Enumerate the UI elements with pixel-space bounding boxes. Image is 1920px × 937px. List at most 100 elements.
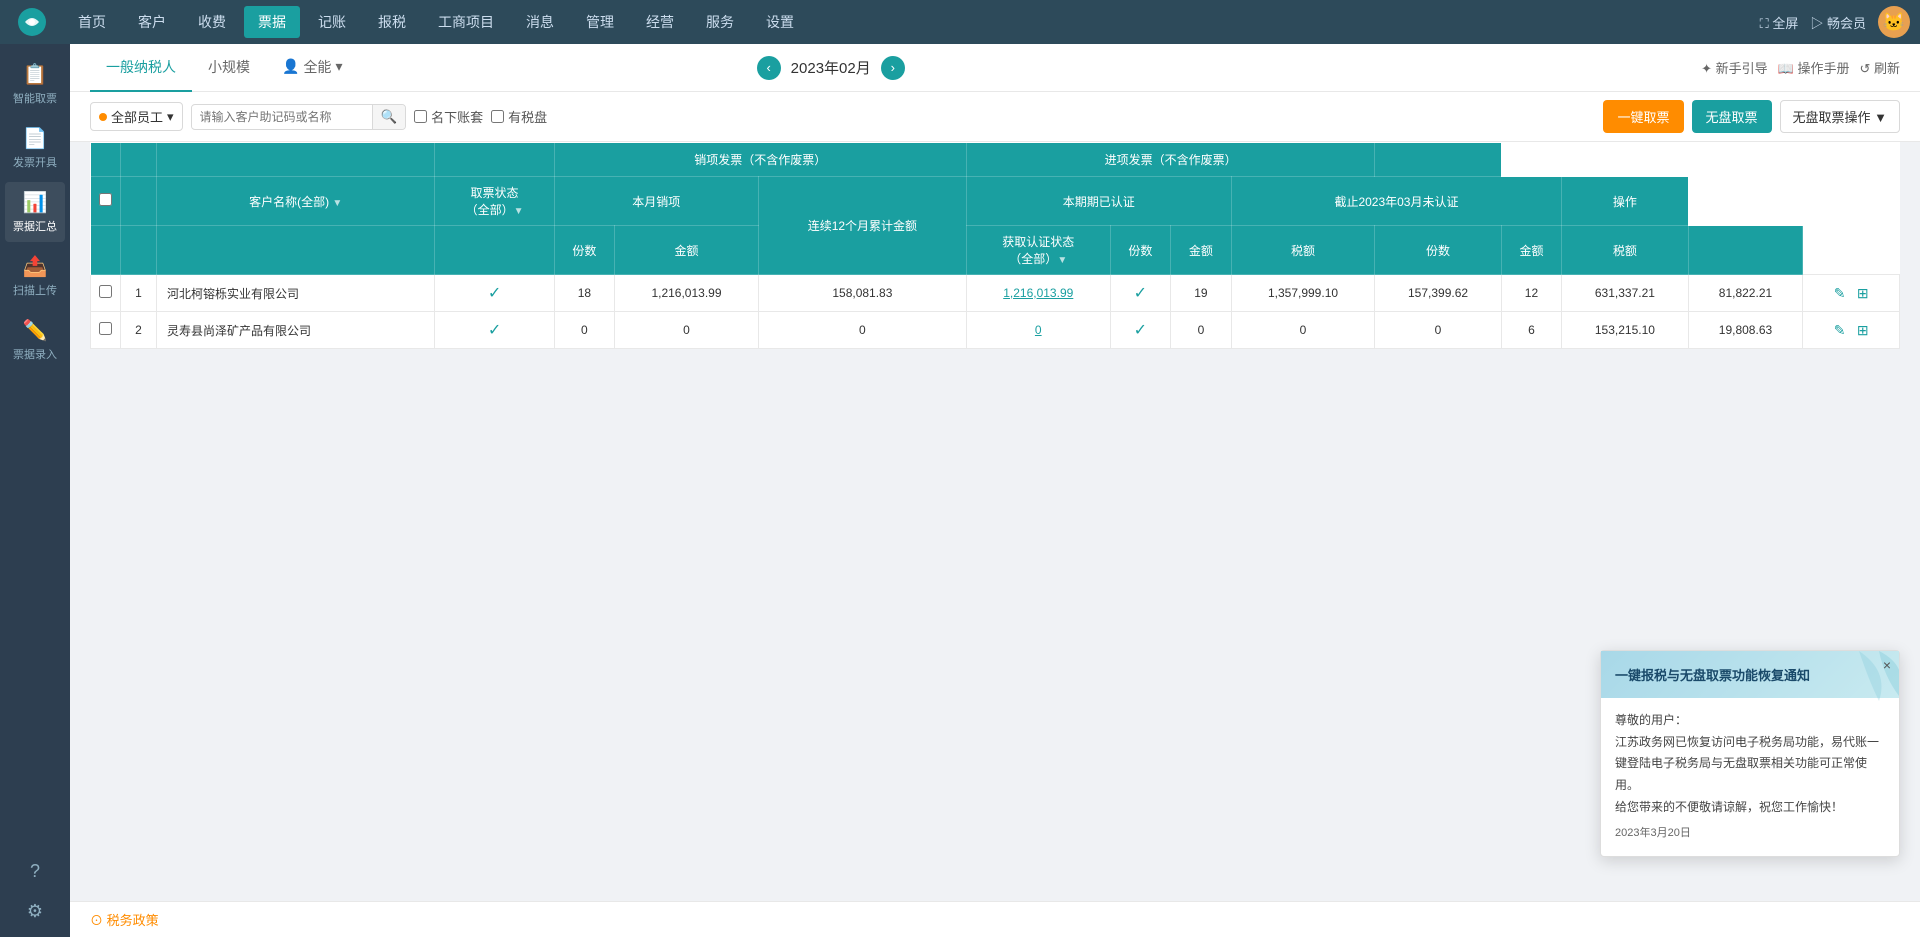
user-avatar[interactable]: 🐱 [1878, 6, 1910, 38]
row1-cert-qty: 19 [1171, 275, 1232, 312]
nav-billing[interactable]: 收费 [184, 6, 240, 38]
nav-accounting[interactable]: 记账 [304, 6, 360, 38]
th-ticket-status[interactable]: 取票状态（全部）▼ [435, 177, 554, 226]
employee-select[interactable]: 全部员工 ▾ [90, 102, 183, 131]
row1-check[interactable] [91, 275, 121, 312]
toolbar-right: 一键取票 无盘取票 无盘取票操作 ▼ [1603, 100, 1900, 133]
row1-cumulative: 1,216,013.99 [966, 275, 1110, 312]
nav-customer[interactable]: 客户 [124, 6, 180, 38]
next-month-btn[interactable]: › [881, 56, 905, 80]
date-navigation: ‹ 2023年02月 › [757, 56, 905, 80]
th-company-group [157, 143, 435, 177]
invoice-table: 销项发票（不含作废票） 进项发票（不含作废票） 客户名称(全部) ▼ 取票状态（… [90, 142, 1900, 349]
row2-cert-status: ✓ [1110, 312, 1171, 349]
tab-omnipotent[interactable]: 👤 全能 ▾ [266, 44, 358, 92]
refresh-btn[interactable]: ↺ 刷新 [1859, 58, 1900, 77]
th-ops2 [1688, 226, 1803, 275]
top-nav: 首页 客户 收费 票据 记账 报税 工商项目 消息 管理 经营 服务 设置 ⛶ … [0, 0, 1920, 44]
row2-company: 灵寿县尚泽矿产品有限公司 [157, 312, 435, 349]
row1-uncert-qty: 12 [1501, 275, 1562, 312]
row1-company: 河北柯镕栎实业有限公司 [157, 275, 435, 312]
th-this-period-certified: 本期期已认证 [966, 177, 1231, 226]
th-check2 [91, 226, 121, 275]
sidebar-help-btn[interactable]: ? [19, 855, 51, 887]
subledger-checkbox[interactable] [414, 110, 427, 123]
row2-uncert-qty: 6 [1501, 312, 1562, 349]
th-ops-group [1375, 143, 1501, 177]
smart-ticket-icon: 📋 [23, 62, 48, 87]
sidebar-item-scan-upload[interactable]: 📤 扫描上传 [5, 246, 65, 306]
row1-uncert-tax: 81,822.21 [1688, 275, 1803, 312]
tax-disk-checkbox[interactable] [491, 110, 504, 123]
row2-sales-tax: 0 [758, 312, 966, 349]
status-check-icon: ✓ [488, 322, 501, 339]
row1-sales-amount: 1,216,013.99 [615, 275, 759, 312]
tab-general-taxpayer[interactable]: 一般纳税人 [90, 44, 192, 92]
th-seq2 [121, 226, 157, 275]
sidebar-item-invoice-entry[interactable]: ✏️ 票据录入 [5, 310, 65, 370]
manual-btn[interactable]: 📖 操作手册 [1778, 58, 1850, 77]
sidebar-item-open-invoice[interactable]: 📄 发票开具 [5, 118, 65, 178]
cumulative-link[interactable]: 1,216,013.99 [1003, 286, 1073, 300]
notif-date: 2023年3月20日 [1615, 824, 1885, 844]
th-purchase-invoice-group: 进项发票（不含作废票） [966, 143, 1374, 177]
th-cumulative: 连续12个月累计金额 [758, 177, 966, 275]
nav-message[interactable]: 消息 [512, 6, 568, 38]
th-cert-amount: 金额 [1171, 226, 1232, 275]
notification-popup: × 一键报税与无盘取票功能恢复通知 尊敬的用户： 江苏政务网已恢复访问电子税务局… [1600, 650, 1900, 857]
select-all-checkbox[interactable] [99, 193, 112, 206]
row2-status: ✓ [435, 312, 554, 349]
logo [10, 0, 54, 44]
view-icon2[interactable]: ⊞ [1857, 322, 1869, 338]
th-company2 [157, 226, 435, 275]
search-button[interactable]: 🔍 [372, 105, 406, 129]
th-company-name[interactable]: 客户名称(全部) ▼ [157, 177, 435, 226]
no-disk-ticket-btn[interactable]: 无盘取票 [1692, 100, 1772, 133]
dot-icon [99, 113, 107, 121]
tab-small-scale[interactable]: 小规模 [192, 44, 266, 92]
fullscreen-btn[interactable]: ⛶ 全屏 [1760, 13, 1799, 32]
th-check [91, 177, 121, 226]
prev-month-btn[interactable]: ‹ [757, 56, 781, 80]
sidebar-item-smart-ticket[interactable]: 📋 智能取票 [5, 54, 65, 114]
edit-icon2[interactable]: ✎ [1834, 322, 1846, 338]
beginner-guide-btn[interactable]: ✦ 新手引导 [1701, 58, 1768, 77]
row1-sales-qty: 18 [554, 275, 615, 312]
no-disk-ops-btn[interactable]: 无盘取票操作 ▼ [1780, 100, 1900, 133]
nav-service[interactable]: 服务 [692, 6, 748, 38]
nav-settings[interactable]: 设置 [752, 6, 808, 38]
current-date: 2023年02月 [791, 57, 871, 78]
member-btn[interactable]: ▷ 畅会员 [1810, 13, 1866, 32]
nav-tax[interactable]: 报税 [364, 6, 420, 38]
nav-invoice[interactable]: 票据 [244, 6, 300, 38]
notif-close-btn[interactable]: × [1883, 657, 1891, 673]
nav-manage[interactable]: 管理 [572, 6, 628, 38]
checkbox-subledger[interactable]: 名下账套 [414, 107, 483, 126]
sidebar: 📋 智能取票 📄 发票开具 📊 票据汇总 📤 扫描上传 ✏️ 票据录入 ? ⚙ [0, 44, 70, 937]
search-input[interactable] [192, 106, 372, 128]
invoice-entry-icon: ✏️ [23, 318, 48, 343]
nav-home[interactable]: 首页 [64, 6, 120, 38]
row2-no: 2 [121, 312, 157, 349]
tax-policy-link[interactable]: ⊙ 税务政策 [90, 910, 159, 929]
row1-ops: ✎ ⊞ [1803, 275, 1900, 312]
row1-no: 1 [121, 275, 157, 312]
th-cert-qty: 份数 [1110, 226, 1171, 275]
cumulative-link[interactable]: 0 [1035, 323, 1042, 337]
nav-business[interactable]: 工商项目 [424, 6, 508, 38]
sidebar-item-invoice-summary[interactable]: 📊 票据汇总 [5, 182, 65, 242]
sidebar-settings-btn[interactable]: ⚙ [19, 895, 51, 927]
top-nav-right: ⛶ 全屏 ▷ 畅会员 🐱 [1760, 6, 1910, 38]
edit-icon[interactable]: ✎ [1834, 285, 1846, 301]
row1-cert-amount: 1,357,999.10 [1231, 275, 1375, 312]
th-cert-tax: 税额 [1231, 226, 1375, 275]
row2-sales-amount: 0 [615, 312, 759, 349]
th-checkbox-col [91, 143, 121, 177]
nav-operation[interactable]: 经营 [632, 6, 688, 38]
th-cert-status[interactable]: 获取认证状态（全部）▼ [966, 226, 1110, 275]
th-monthly-sales: 本月销项 [554, 177, 758, 226]
row2-check[interactable] [91, 312, 121, 349]
one-click-ticket-btn[interactable]: 一键取票 [1603, 100, 1683, 133]
checkbox-tax-disk[interactable]: 有税盘 [491, 107, 547, 126]
view-icon[interactable]: ⊞ [1857, 285, 1869, 301]
